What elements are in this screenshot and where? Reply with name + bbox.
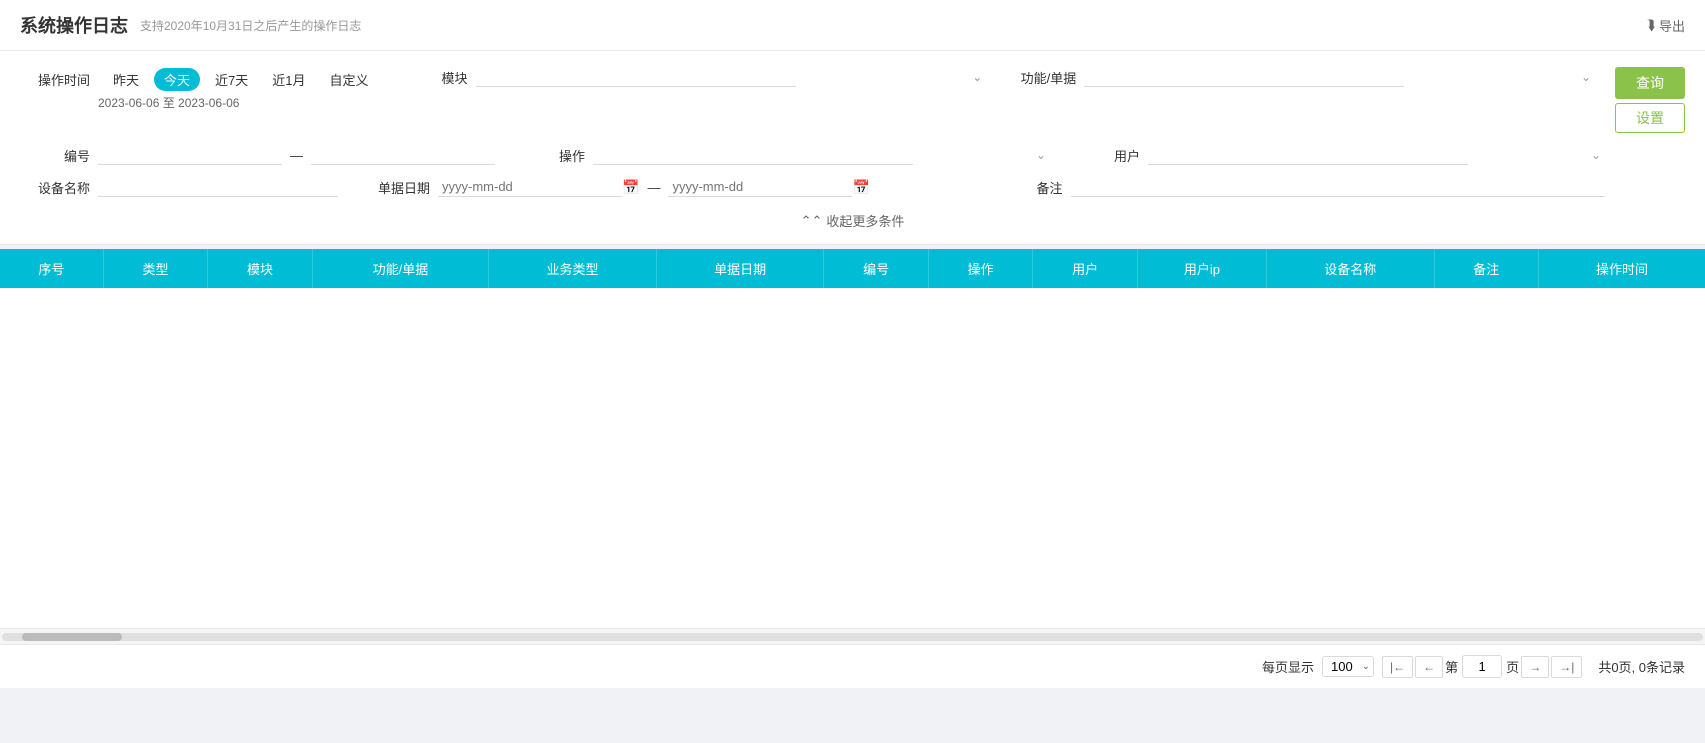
date-end-input[interactable]: [668, 177, 852, 197]
time-btn-1month[interactable]: 近1月: [263, 67, 314, 92]
operation-select[interactable]: [593, 145, 913, 165]
num-input-start[interactable]: [98, 145, 282, 165]
collapse-button[interactable]: ⌃⌃ 收起更多条件: [801, 211, 905, 230]
module-select[interactable]: [476, 67, 796, 87]
num-input-end[interactable]: [311, 145, 495, 165]
per-page-label: 每页显示: [1262, 657, 1314, 676]
time-range-display: 2023-06-06 至 2023-06-06: [98, 96, 239, 110]
page-first-button[interactable]: |←: [1382, 656, 1413, 678]
module-chevron-icon: ⌄: [972, 70, 982, 84]
table-header-row: 序号 类型 模块 功能/单据 业务类型 单据日期 编号 操作 用户 用户ip 设…: [0, 249, 1705, 288]
empty-area: [0, 288, 1705, 628]
pagination-nav: |← ← 第 页 → →|: [1382, 655, 1582, 678]
device-filter: 设备名称: [20, 177, 360, 197]
calendar-start-icon[interactable]: 📅: [622, 179, 639, 196]
query-button[interactable]: 查询: [1615, 67, 1685, 99]
date-dash: —: [647, 180, 660, 195]
col-biz-type: 业务类型: [489, 249, 657, 288]
page-unit: 页: [1506, 657, 1519, 676]
page-last-button[interactable]: →|: [1551, 656, 1582, 678]
func-filter: 功能/单据 ⌄: [1006, 67, 1615, 87]
scrollbar-track[interactable]: [2, 633, 1703, 641]
time-btn-7days[interactable]: 近7天: [206, 67, 257, 92]
time-btn-yesterday[interactable]: 昨天: [104, 67, 148, 92]
collapse-row: ⌃⌃ 收起更多条件: [20, 205, 1685, 232]
time-btn-today[interactable]: 今天: [154, 68, 200, 91]
col-user: 用户: [1033, 249, 1137, 288]
col-remark: 备注: [1434, 249, 1538, 288]
page-input[interactable]: [1462, 655, 1502, 678]
func-chevron-icon: ⌄: [1581, 70, 1591, 84]
module-label: 模块: [398, 68, 468, 87]
settings-button[interactable]: 设置: [1615, 103, 1685, 133]
col-module: 模块: [208, 249, 312, 288]
collapse-chevron-icon: ⌃⌃: [801, 213, 823, 229]
func-select[interactable]: [1084, 67, 1404, 87]
export-button[interactable]: ⮯ 导出: [1647, 16, 1685, 35]
user-filter: 用户 ⌄: [1070, 145, 1685, 165]
operation-time-label: 操作时间: [20, 70, 90, 89]
col-operation: 操作: [928, 249, 1032, 288]
table-container: 序号 类型 模块 功能/单据 业务类型 单据日期 编号 操作 用户 用户ip 设…: [0, 249, 1705, 628]
page-next-button[interactable]: →: [1521, 656, 1549, 678]
total-info: 共0页, 0条记录: [1598, 657, 1685, 676]
num-filter: 编号 —: [20, 145, 515, 165]
col-device: 设备名称: [1266, 249, 1434, 288]
scrollbar-thumb[interactable]: [22, 633, 122, 641]
table-header: 序号 类型 模块 功能/单据 业务类型 单据日期 编号 操作 用户 用户ip 设…: [0, 249, 1705, 288]
time-btn-custom[interactable]: 自定义: [321, 67, 378, 92]
func-label: 功能/单据: [1006, 68, 1076, 87]
col-seq: 序号: [0, 249, 103, 288]
num-dash: —: [290, 148, 303, 163]
page-container: 系统操作日志 支持2020年10月31日之后产生的操作日志 ⮯ 导出 操作时间 …: [0, 0, 1705, 743]
page-size-select[interactable]: 100 50 200: [1322, 656, 1374, 677]
time-filter-group: 操作时间 昨天 今天 近7天 近1月 自定义 2023-06-06 至 2023…: [20, 67, 398, 111]
user-label: 用户: [1070, 146, 1140, 165]
col-type: 类型: [103, 249, 207, 288]
bill-date-label: 单据日期: [360, 178, 430, 197]
action-buttons: 查询 设置: [1615, 67, 1685, 133]
remark-input[interactable]: [1071, 177, 1606, 197]
operation-chevron-icon: ⌄: [1036, 148, 1046, 162]
collapse-label: 收起更多条件: [826, 211, 904, 230]
pagination-bar: 每页显示 100 50 200 ⌄ |← ← 第 页 → →| 共0页, 0条记…: [0, 644, 1705, 688]
operation-label: 操作: [515, 146, 585, 165]
remark-label: 备注: [993, 178, 1063, 197]
col-user-ip: 用户ip: [1137, 249, 1266, 288]
filter-area: 操作时间 昨天 今天 近7天 近1月 自定义 2023-06-06 至 2023…: [0, 51, 1705, 245]
export-icon: ⮯: [1647, 17, 1655, 34]
scrollbar-area: [0, 628, 1705, 644]
col-num: 编号: [824, 249, 928, 288]
page-title: 系统操作日志: [20, 12, 128, 38]
page-subtitle: 支持2020年10月31日之后产生的操作日志: [140, 17, 361, 34]
col-func: 功能/单据: [312, 249, 488, 288]
page-label: 第: [1445, 657, 1458, 676]
remark-filter: 备注: [993, 177, 1686, 197]
header-left: 系统操作日志 支持2020年10月31日之后产生的操作日志: [20, 12, 361, 38]
data-table: 序号 类型 模块 功能/单据 业务类型 单据日期 编号 操作 用户 用户ip 设…: [0, 249, 1705, 288]
bill-date-filter: 单据日期 📅 — 📅: [360, 177, 993, 197]
export-label: 导出: [1659, 16, 1685, 35]
module-filter: 模块 ⌄: [398, 67, 1007, 87]
user-chevron-icon: ⌄: [1591, 148, 1601, 162]
page-size-wrapper: 100 50 200 ⌄: [1322, 656, 1374, 677]
user-select[interactable]: [1148, 145, 1468, 165]
num-label: 编号: [20, 146, 90, 165]
device-label: 设备名称: [20, 178, 90, 197]
page-header: 系统操作日志 支持2020年10月31日之后产生的操作日志 ⮯ 导出: [0, 0, 1705, 51]
col-bill-date: 单据日期: [656, 249, 824, 288]
device-input[interactable]: [98, 177, 338, 197]
date-start-input[interactable]: [438, 177, 622, 197]
calendar-end-icon[interactable]: 📅: [852, 179, 869, 196]
operation-filter: 操作 ⌄: [515, 145, 1070, 165]
col-op-time: 操作时间: [1539, 249, 1705, 288]
page-prev-button[interactable]: ←: [1415, 656, 1443, 678]
page-info: 第 页: [1445, 655, 1519, 678]
